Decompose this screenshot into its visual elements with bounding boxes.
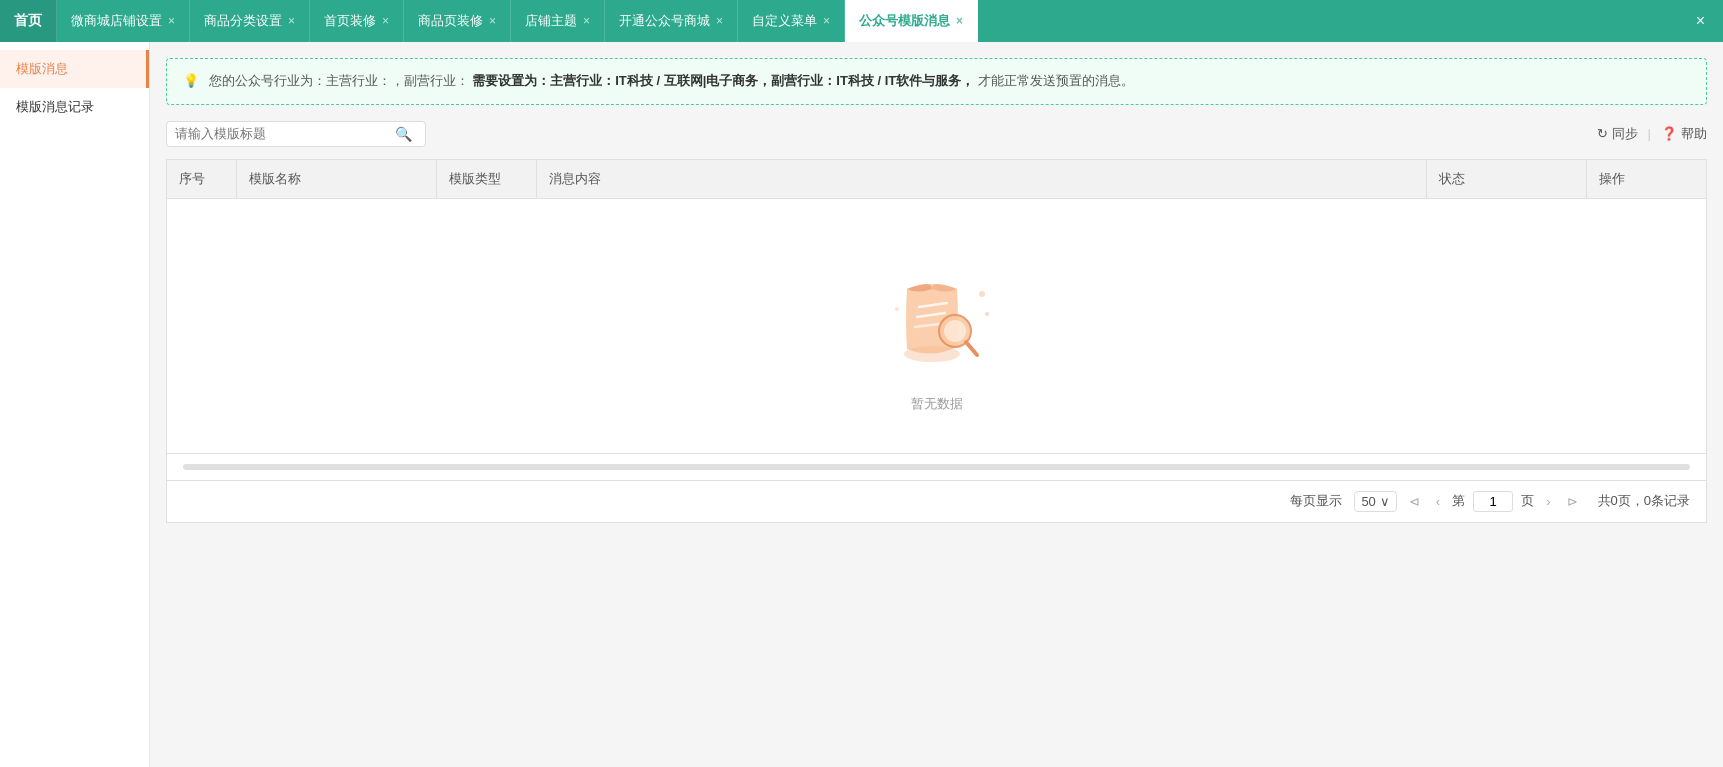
- search-input-wrap[interactable]: 🔍: [166, 121, 426, 147]
- search-right: ↻ 同步 | ❓ 帮助: [1597, 125, 1707, 143]
- notice-box: 💡 您的公众号行业为：主营行业：，副营行业： 需要设置为：主营行业：IT科技 /…: [166, 58, 1707, 105]
- search-bar: 🔍 ↻ 同步 | ❓ 帮助: [166, 121, 1707, 147]
- close-shop-settings[interactable]: ×: [168, 14, 175, 28]
- nav-tab-template-msg[interactable]: 公众号模版消息 ×: [845, 0, 978, 42]
- col-header-status: 状态: [1427, 159, 1587, 198]
- help-button[interactable]: ❓ 帮助: [1661, 125, 1707, 143]
- close-shop-theme[interactable]: ×: [583, 14, 590, 28]
- close-product-decor[interactable]: ×: [489, 14, 496, 28]
- first-page-button[interactable]: ⊲: [1405, 494, 1424, 509]
- search-input[interactable]: [175, 126, 395, 141]
- sidebar-item-template-msg-record[interactable]: 模版消息记录: [0, 88, 149, 126]
- help-icon: ❓: [1661, 126, 1677, 141]
- fake-scrollbar[interactable]: [183, 464, 1690, 470]
- sync-button[interactable]: ↻ 同步: [1597, 125, 1638, 143]
- page-unit-label: 页: [1521, 492, 1534, 510]
- close-custom-menu[interactable]: ×: [823, 14, 830, 28]
- close-template-msg[interactable]: ×: [956, 14, 963, 28]
- pagination: 每页显示 50 ∨ ⊲ ‹ 第 页 › ⊳ 共0页，0条记录: [166, 481, 1707, 523]
- col-header-content: 消息内容: [537, 159, 1427, 198]
- chevron-down-icon: ∨: [1380, 494, 1390, 509]
- top-nav: 首页 微商城店铺设置 × 商品分类设置 × 首页装修 × 商品页装修 × 店铺主…: [0, 0, 1723, 42]
- total-text: 共0页，0条记录: [1598, 492, 1690, 510]
- empty-text: 暂无数据: [911, 395, 963, 413]
- page-size-label: 每页显示: [1290, 492, 1342, 510]
- last-page-button[interactable]: ⊳: [1563, 494, 1582, 509]
- current-page-input[interactable]: [1473, 491, 1513, 512]
- svg-point-5: [944, 320, 966, 342]
- prev-page-button[interactable]: ‹: [1432, 494, 1444, 509]
- sync-icon: ↻: [1597, 126, 1608, 141]
- nav-tab-home[interactable]: 首页: [0, 0, 57, 42]
- sidebar: 模版消息 模版消息记录: [0, 42, 150, 767]
- page-size-select[interactable]: 50 ∨: [1354, 491, 1396, 512]
- svg-point-8: [895, 307, 899, 311]
- close-category-settings[interactable]: ×: [288, 14, 295, 28]
- sidebar-item-template-msg[interactable]: 模版消息: [0, 50, 149, 88]
- search-icon[interactable]: 🔍: [395, 126, 412, 142]
- notice-prefix: 您的公众号行业为：主营行业：，副营行业：: [209, 73, 469, 88]
- col-header-type: 模版类型: [437, 159, 537, 198]
- data-table: 序号 模版名称 模版类型 消息内容 状态 操作: [166, 159, 1707, 454]
- svg-point-7: [979, 291, 985, 297]
- col-header-name: 模版名称: [237, 159, 437, 198]
- scrollbar-area: [166, 454, 1707, 481]
- svg-point-9: [985, 312, 989, 316]
- col-header-index: 序号: [167, 159, 237, 198]
- page-size-value: 50: [1361, 494, 1375, 509]
- page-text-label: 第: [1452, 492, 1465, 510]
- divider: |: [1648, 126, 1651, 141]
- notice-suffix: 才能正常发送预置的消息。: [978, 73, 1134, 88]
- notice-highlight: 需要设置为：主营行业：IT科技 / 互联网|电子商务，副营行业：IT科技 / I…: [472, 73, 974, 88]
- nav-tab-shop-theme[interactable]: 店铺主题 ×: [511, 0, 605, 42]
- empty-state: 暂无数据: [167, 199, 1706, 453]
- nav-tab-product-decor[interactable]: 商品页装修 ×: [404, 0, 511, 42]
- nav-tab-open-mall[interactable]: 开通公众号商城 ×: [605, 0, 738, 42]
- nav-tab-category-settings[interactable]: 商品分类设置 ×: [190, 0, 310, 42]
- close-open-mall[interactable]: ×: [716, 14, 723, 28]
- main-content: 💡 您的公众号行业为：主营行业：，副营行业： 需要设置为：主营行业：IT科技 /…: [150, 42, 1723, 767]
- empty-illustration: [877, 259, 997, 379]
- bulb-icon: 💡: [183, 73, 199, 88]
- col-header-action: 操作: [1587, 159, 1707, 198]
- nav-tab-homepage-decor[interactable]: 首页装修 ×: [310, 0, 404, 42]
- next-page-button[interactable]: ›: [1542, 494, 1554, 509]
- nav-tab-shop-settings[interactable]: 微商城店铺设置 ×: [57, 0, 190, 42]
- global-close-button[interactable]: ×: [1678, 0, 1723, 42]
- empty-row: 暂无数据: [167, 198, 1707, 453]
- main-layout: 模版消息 模版消息记录 💡 您的公众号行业为：主营行业：，副营行业： 需要设置为…: [0, 42, 1723, 767]
- svg-line-6: [966, 342, 977, 355]
- nav-tab-custom-menu[interactable]: 自定义菜单 ×: [738, 0, 845, 42]
- close-homepage-decor[interactable]: ×: [382, 14, 389, 28]
